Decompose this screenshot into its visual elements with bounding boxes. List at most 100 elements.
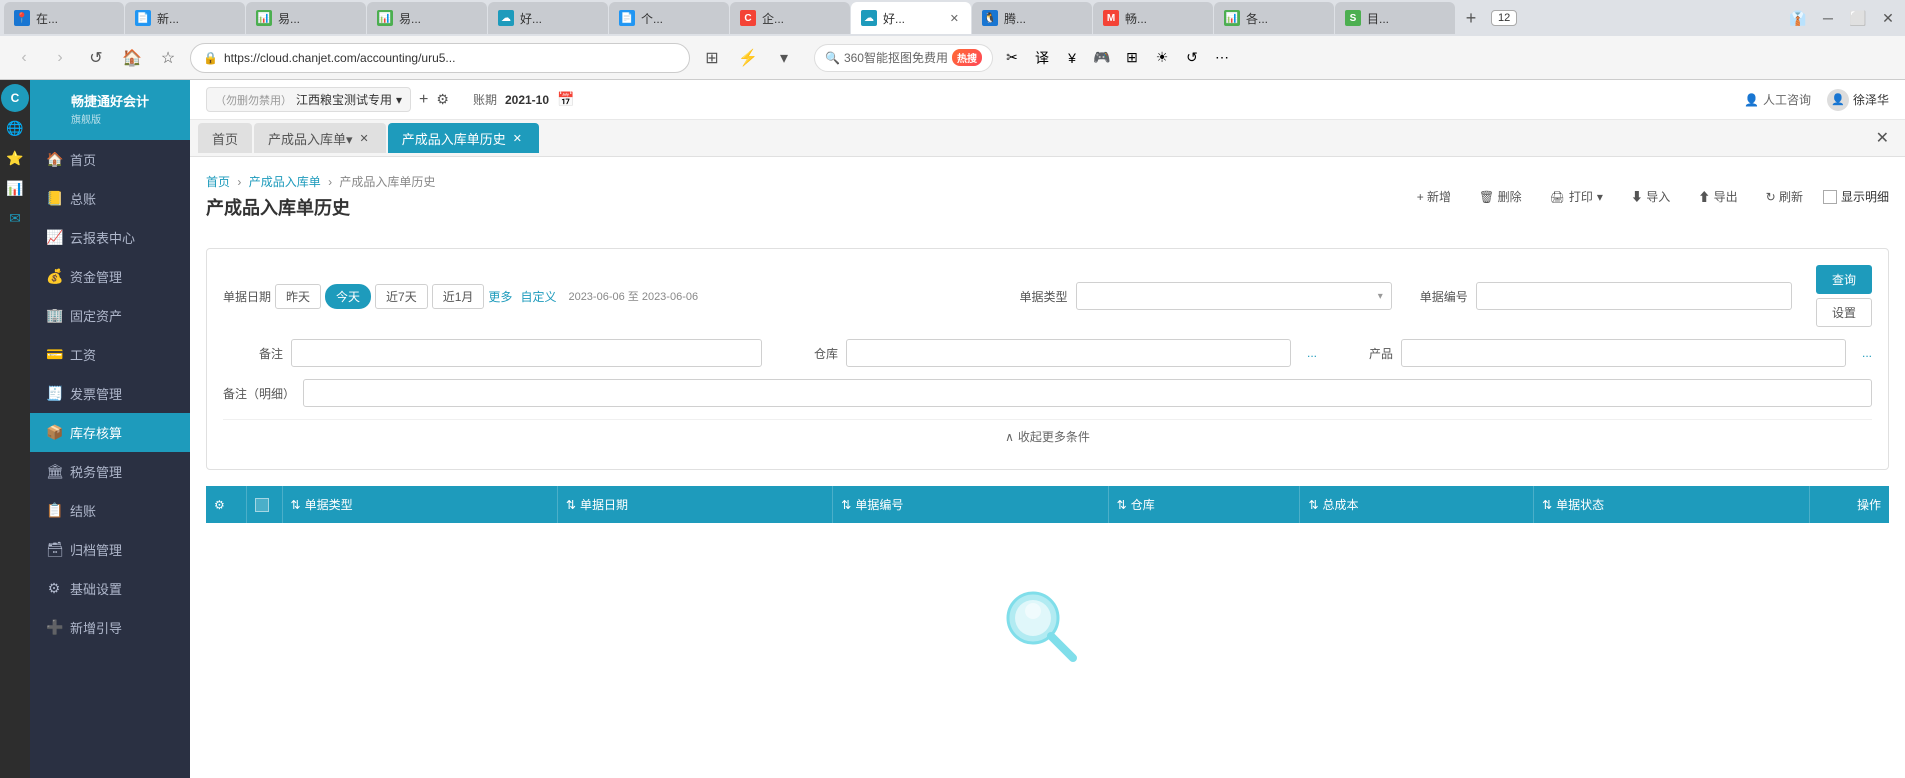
- sidebar-item-ledger[interactable]: 📒 总账: [30, 179, 190, 218]
- scissors-icon[interactable]: ✂: [999, 45, 1025, 71]
- sidebar-item-archive[interactable]: 🗃 归档管理: [30, 530, 190, 569]
- star-sidebar-icon[interactable]: ⭐: [1, 144, 29, 172]
- sidebar-item-checkout[interactable]: 📋 结账: [30, 491, 190, 530]
- number-input[interactable]: [1476, 282, 1792, 310]
- browser-tab-2[interactable]: 📄 新...: [125, 2, 245, 34]
- forward-button[interactable]: ›: [46, 44, 74, 72]
- tab-count-badge[interactable]: 12: [1491, 10, 1517, 26]
- globe-icon[interactable]: 🌐: [1, 114, 29, 142]
- th-status[interactable]: ⇅ 单据状态: [1534, 486, 1809, 523]
- browser-tab-7[interactable]: C 企...: [730, 2, 850, 34]
- query-button[interactable]: 查询: [1816, 265, 1872, 294]
- print-button[interactable]: 🖨 打印 ▾: [1542, 184, 1611, 209]
- import-button[interactable]: ⬇ 导入: [1623, 184, 1678, 209]
- export-button[interactable]: ⬆ 导出: [1690, 184, 1745, 209]
- period-calendar-icon[interactable]: 📅: [557, 91, 574, 108]
- collapse-bar[interactable]: ∧ 收起更多条件: [223, 419, 1872, 453]
- shirt-icon[interactable]: 👔: [1785, 5, 1811, 31]
- show-detail-checkbox[interactable]: [1823, 190, 1837, 204]
- browser-tab-4[interactable]: 📊 易...: [367, 2, 487, 34]
- sidebar-item-payroll[interactable]: 💳 工资: [30, 335, 190, 374]
- product-input[interactable]: [1401, 339, 1846, 367]
- th-total-cost[interactable]: ⇅ 总成本: [1300, 486, 1534, 523]
- close-window-button[interactable]: ✕: [1875, 5, 1901, 31]
- smart-search-box[interactable]: 🔍 360智能抠图免费用 热搜: [814, 44, 993, 72]
- th-type[interactable]: ⇅ 单据类型: [282, 486, 557, 523]
- refresh-button[interactable]: ↻ 刷新: [1758, 184, 1811, 209]
- browser-tab-9[interactable]: 🐧 腾...: [972, 2, 1092, 34]
- add-company-button[interactable]: +: [419, 91, 428, 109]
- breadcrumb-inventory[interactable]: 产成品入库单: [249, 175, 321, 189]
- close-tab-panel-button[interactable]: ✕: [1868, 128, 1897, 148]
- th-date[interactable]: ⇅ 单据日期: [557, 486, 832, 523]
- warehouse-ellipsis-btn[interactable]: ...: [1307, 346, 1317, 360]
- yuan-icon[interactable]: ¥: [1059, 45, 1085, 71]
- reload-button[interactable]: ↺: [82, 44, 110, 72]
- tab-inventory-list[interactable]: 产成品入库单▾ ✕: [254, 123, 386, 153]
- home-button[interactable]: 🏠: [118, 44, 146, 72]
- settings-button[interactable]: 设置: [1816, 298, 1872, 327]
- th-number[interactable]: ⇅ 单据编号: [833, 486, 1108, 523]
- show-detail-toggle[interactable]: 显示明细: [1823, 188, 1889, 205]
- date-more-btn[interactable]: 更多: [488, 288, 512, 305]
- note-input[interactable]: [291, 339, 762, 367]
- address-input[interactable]: 🔒 https://cloud.chanjet.com/accounting/u…: [190, 43, 690, 73]
- browser-tab-12[interactable]: S 目...: [1335, 2, 1455, 34]
- minimize-button[interactable]: ─: [1815, 5, 1841, 31]
- sidebar-item-invoice[interactable]: 🧾 发票管理: [30, 374, 190, 413]
- sidebar-item-new[interactable]: ➕ 新增引导: [30, 608, 190, 647]
- translate-icon[interactable]: 译: [1029, 45, 1055, 71]
- sidebar-item-home[interactable]: 🏠 首页: [30, 140, 190, 179]
- sidebar-item-tax[interactable]: 🏛 税务管理: [30, 452, 190, 491]
- user-profile[interactable]: 👤 徐泽华: [1827, 89, 1889, 111]
- sidebar-item-asset[interactable]: 🏢 固定资产: [30, 296, 190, 335]
- gamepad-icon[interactable]: 🎮: [1089, 45, 1115, 71]
- product-ellipsis-btn[interactable]: ...: [1862, 346, 1872, 360]
- sidebar-item-settings[interactable]: ⚙ 基础设置: [30, 569, 190, 608]
- date-today-btn[interactable]: 今天: [325, 284, 371, 309]
- th-warehouse[interactable]: ⇅ 仓库: [1108, 486, 1300, 523]
- delete-button[interactable]: 🗑 删除: [1471, 184, 1530, 209]
- browser-tab-1[interactable]: 📍 在...: [4, 2, 124, 34]
- th-checkbox[interactable]: [246, 486, 282, 523]
- company-selector[interactable]: （勿删勿禁用） 江西粮宝测试专用 ▾: [206, 87, 411, 112]
- mail-sidebar-icon[interactable]: ✉: [1, 204, 29, 232]
- lightning-button[interactable]: ⚡: [734, 44, 762, 72]
- sidebar-item-inventory[interactable]: 📦 库存核算: [30, 413, 190, 452]
- sidebar-item-report[interactable]: 📈 云报表中心: [30, 218, 190, 257]
- undo-icon[interactable]: ↺: [1179, 45, 1205, 71]
- tab-home[interactable]: 首页: [198, 123, 252, 153]
- browser-tab-10[interactable]: M 畅...: [1093, 2, 1213, 34]
- warehouse-input[interactable]: [846, 339, 1291, 367]
- grid-icon[interactable]: ⊞: [1119, 45, 1145, 71]
- date-custom-btn[interactable]: 自定义: [520, 288, 556, 305]
- date-1month-btn[interactable]: 近1月: [432, 284, 485, 309]
- chanjet-icon[interactable]: C: [1, 84, 29, 112]
- new-tab-button[interactable]: +: [1456, 3, 1486, 33]
- select-all-checkbox[interactable]: [255, 498, 269, 512]
- breadcrumb-home[interactable]: 首页: [206, 175, 230, 189]
- user-service-button[interactable]: 👤 人工咨询: [1744, 91, 1811, 108]
- add-button[interactable]: + 新增: [1409, 184, 1459, 209]
- tab-inventory-history[interactable]: 产成品入库单历史 ✕: [388, 123, 539, 153]
- brightness-icon[interactable]: ☀: [1149, 45, 1175, 71]
- company-settings-icon[interactable]: ⚙: [436, 91, 449, 108]
- browser-tab-5[interactable]: ☁ 好...: [488, 2, 608, 34]
- tab-inventory-history-close[interactable]: ✕: [510, 131, 525, 146]
- date-7days-btn[interactable]: 近7天: [375, 284, 428, 309]
- browser-tab-3[interactable]: 📊 易...: [246, 2, 366, 34]
- browser-tab-6[interactable]: 📄 个...: [609, 2, 729, 34]
- browser-tab-8[interactable]: ☁ 好... ✕: [851, 2, 971, 34]
- settings-icon[interactable]: ⋯: [1209, 45, 1235, 71]
- th-gear[interactable]: ⚙: [206, 486, 246, 523]
- browser-tab-11[interactable]: 📊 各...: [1214, 2, 1334, 34]
- maximize-button[interactable]: ⬜: [1845, 5, 1871, 31]
- dropdown-button[interactable]: ▾: [770, 44, 798, 72]
- sidebar-item-fund[interactable]: 💰 资金管理: [30, 257, 190, 296]
- note-detail-input[interactable]: [303, 379, 1872, 407]
- type-select[interactable]: ▾: [1076, 282, 1392, 310]
- extensions-button[interactable]: ⊞: [698, 44, 726, 72]
- tab-inventory-list-close[interactable]: ✕: [357, 131, 372, 146]
- date-yesterday-btn[interactable]: 昨天: [275, 284, 321, 309]
- chart-sidebar-icon[interactable]: 📊: [1, 174, 29, 202]
